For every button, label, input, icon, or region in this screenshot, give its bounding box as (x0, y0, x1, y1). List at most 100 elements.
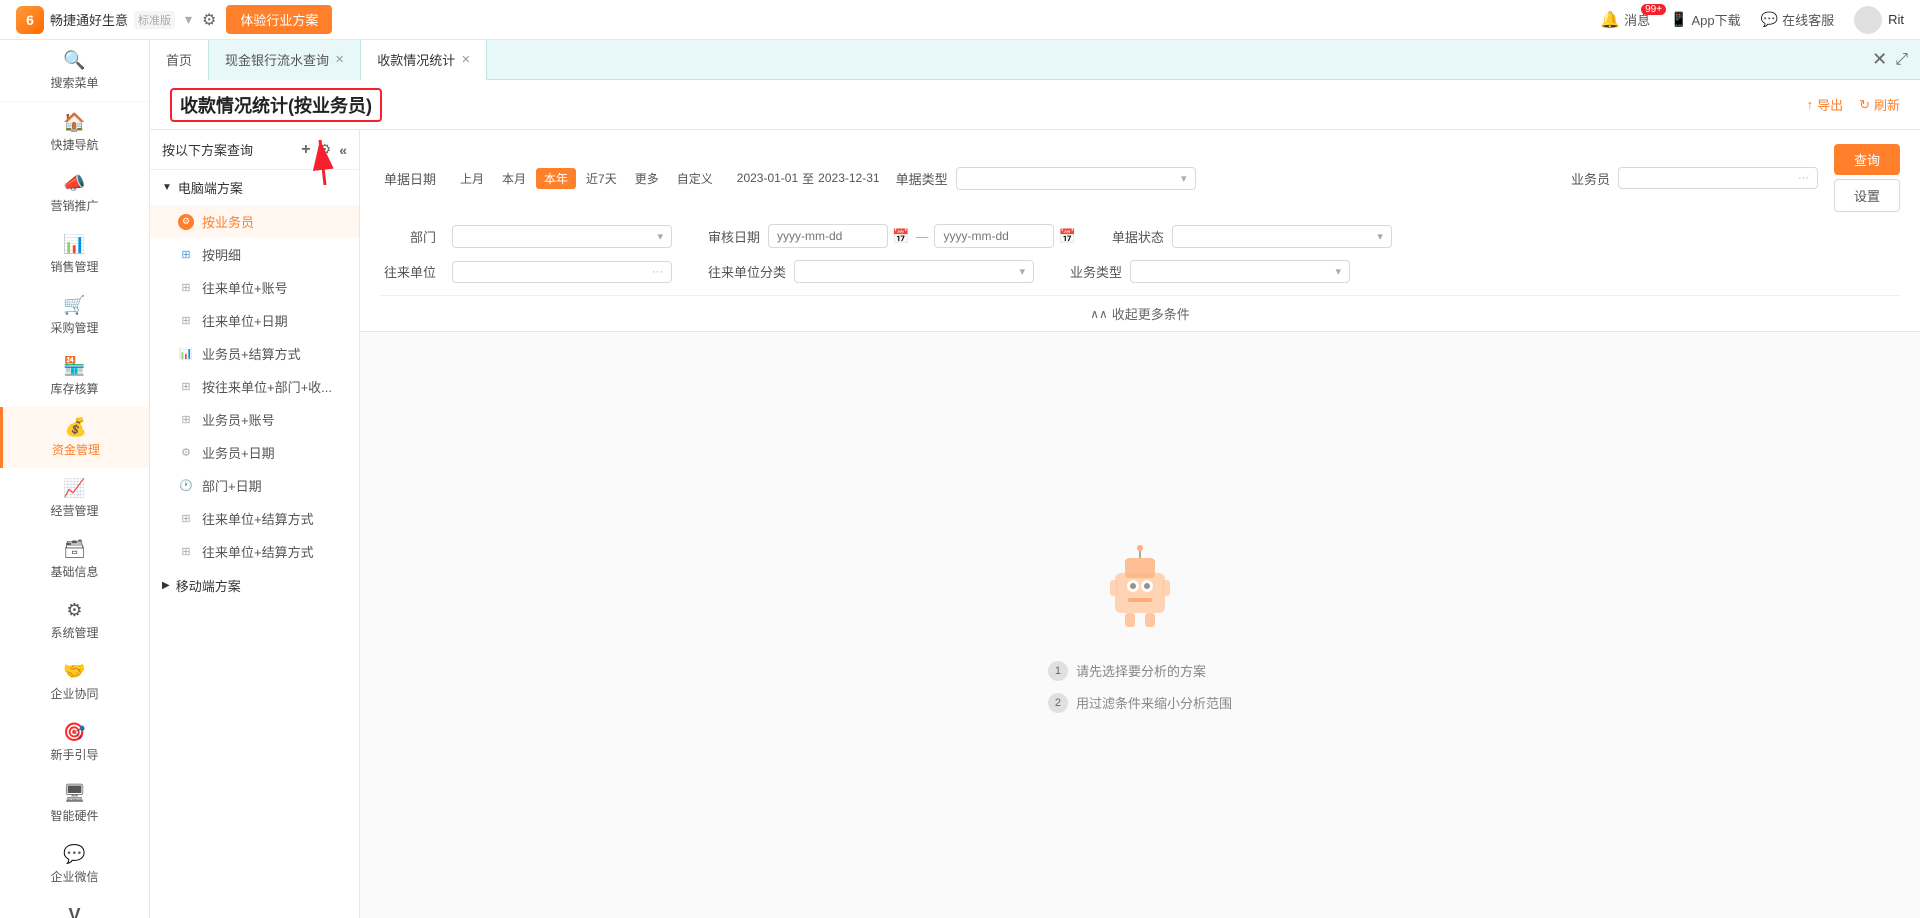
gear-icon[interactable]: ⚙ (202, 10, 216, 30)
logo-icon: 6 (16, 6, 44, 34)
settings-button[interactable]: 设置 (1834, 179, 1900, 212)
wechat-icon: 💬 (63, 844, 85, 865)
counterpart-input[interactable]: ··· (452, 261, 672, 283)
plan-item-detail[interactable]: ⊞ 按明细 (150, 238, 359, 271)
dept-select[interactable]: ▾ (452, 225, 672, 248)
audit-date-label: 审核日期 (708, 227, 760, 246)
plan-item-label-0: 按业务员 (202, 212, 254, 231)
desktop-plan-header[interactable]: ▼ 电脑端方案 (150, 170, 359, 205)
plan-item-counterpart-settlement1[interactable]: ⊞ 往来单位+结算方式 (150, 502, 359, 535)
guide-icon: 🎯 (63, 722, 85, 743)
date-btn-this-year[interactable]: 本年 (536, 168, 576, 189)
counterpart-category-select[interactable]: ▾ (794, 260, 1034, 283)
audit-date-filter: 审核日期 📅 — 📅 (708, 224, 1076, 248)
sidebar-item-inventory[interactable]: 🏪 库存核算 (0, 346, 149, 407)
salesperson-more: ··· (1798, 172, 1809, 184)
business-type-chevron: ▾ (1336, 265, 1342, 278)
add-plan-icon[interactable]: + (301, 141, 310, 159)
marketing-label: 营销推广 (50, 197, 98, 214)
export-button[interactable]: ↑ 导出 (1807, 95, 1844, 114)
close-all-tab-button[interactable]: ✕ (1872, 49, 1887, 70)
inventory-label: 库存核算 (50, 380, 98, 397)
sidebar-item-collab[interactable]: 🤝 企业协同 (0, 651, 149, 712)
sidebar-item-sales[interactable]: 📊 销售管理 (0, 224, 149, 285)
collapse-filter-btn[interactable]: ∧∧ 收起更多条件 (380, 295, 1900, 331)
page-title: 收款情况统计(按业务员) (180, 96, 372, 116)
bill-type-filter: 单据类型 ▾ (896, 167, 1196, 190)
sidebar-item-vip[interactable]: V 畅会员 (0, 895, 149, 918)
sidebar-item-marketing[interactable]: 📣 营销推广 (0, 163, 149, 224)
plan-item-salesperson-date[interactable]: ⚙ 业务员+日期 (150, 436, 359, 469)
sidebar-item-finance[interactable]: 💰 资金管理 (0, 407, 149, 468)
plan-item-label-7: 业务员+日期 (202, 443, 275, 462)
user-area[interactable]: Rit (1854, 6, 1904, 34)
date-separator: 至 (802, 170, 814, 187)
app-download-area[interactable]: 📱 App下载 (1670, 10, 1741, 29)
counterpart-more-btn[interactable]: ··· (652, 266, 663, 278)
sidebar-item-nav[interactable]: 🏠 快捷导航 (0, 102, 149, 163)
search-menu-icon: 🔍 (63, 50, 85, 71)
bill-type-select[interactable]: ▾ (956, 167, 1196, 190)
tab-home-label: 首页 (166, 50, 192, 69)
plan-item-counterpart-settlement2[interactable]: ⊞ 往来单位+结算方式 (150, 535, 359, 568)
date-btn-custom[interactable]: 自定义 (669, 168, 721, 189)
trial-button[interactable]: 体验行业方案 (226, 5, 332, 34)
plan-item-dept-date[interactable]: 🕐 部门+日期 (150, 469, 359, 502)
sidebar-item-guide[interactable]: 🎯 新手引导 (0, 712, 149, 773)
sidebar-item-hardware[interactable]: 🖥 智能硬件 (0, 773, 149, 834)
salesperson-account-icon: ⊞ (178, 412, 194, 428)
maximize-window-button[interactable]: ⤢ (1895, 51, 1908, 69)
content-body: 按以下方案查询 + ⚙ « ▼ 电脑端方案 (150, 130, 1920, 918)
sidebar-item-operation[interactable]: 📈 经营管理 (0, 468, 149, 529)
desktop-plan-label: 电脑端方案 (178, 178, 243, 197)
date-btn-more[interactable]: 更多 (627, 168, 667, 189)
online-service-area[interactable]: 💬 在线客服 (1761, 10, 1834, 29)
audit-date-calendar-from[interactable]: 📅 (892, 228, 909, 245)
refresh-button[interactable]: ↻ 刷新 (1859, 95, 1900, 114)
sidebar-item-basics[interactable]: 🗃 基础信息 (0, 529, 149, 590)
sidebar-item-wechat[interactable]: 💬 企业微信 (0, 834, 149, 895)
plan-item-counterpart-dept[interactable]: ⊞ 按往来单位+部门+收... (150, 370, 359, 403)
plan-item-counterpart-account[interactable]: ⊞ 往来单位+账号 (150, 271, 359, 304)
purchase-label: 采购管理 (50, 319, 98, 336)
bill-status-select[interactable]: ▾ (1172, 225, 1392, 248)
plan-item-salesperson-settlement[interactable]: 📊 业务员+结算方式 (150, 337, 359, 370)
audit-date-from[interactable] (768, 224, 888, 248)
tab-cashflow[interactable]: 现金银行流水查询 ✕ (209, 40, 361, 80)
counterpart-dept-icon: ⊞ (178, 379, 194, 395)
mobile-plan-header[interactable]: ▶ 移动端方案 (150, 568, 359, 603)
message-area[interactable]: 🔔 消息 99+ (1600, 10, 1650, 30)
right-content: 单据日期 上月 本月 本年 近7天 更多 自定义 2023-01-01 (360, 130, 1920, 918)
tab-cashflow-close[interactable]: ✕ (335, 53, 344, 66)
nav-chevron[interactable]: ▾ (185, 11, 192, 28)
plan-settings-icon[interactable]: ⚙ (319, 141, 332, 158)
plan-item-counterpart-date[interactable]: ⊞ 往来单位+日期 (150, 304, 359, 337)
tab-home[interactable]: 首页 (150, 40, 209, 80)
sidebar-item-system[interactable]: ⚙ 系统管理 (0, 590, 149, 651)
top-bar-right: 🔔 消息 99+ 📱 App下载 💬 在线客服 Rit (1600, 6, 1904, 34)
date-btn-this-month[interactable]: 本月 (494, 168, 534, 189)
tab-bar: 首页 现金银行流水查询 ✕ 收款情况统计 ✕ ✕ ⤢ (150, 40, 1920, 80)
edition-label: 标准版 (134, 11, 175, 29)
tab-collection[interactable]: 收款情况统计 ✕ (361, 40, 487, 80)
audit-date-calendar-to[interactable]: 📅 (1058, 228, 1075, 245)
sidebar-item-search[interactable]: 🔍 搜索菜单 (0, 40, 149, 102)
plan-item-salesperson-account[interactable]: ⊞ 业务员+账号 (150, 403, 359, 436)
avatar (1854, 6, 1882, 34)
sales-label: 销售管理 (50, 258, 98, 275)
audit-date-to[interactable] (934, 224, 1054, 248)
tab-collection-label: 收款情况统计 (377, 50, 455, 69)
date-btn-7days[interactable]: 近7天 (578, 168, 625, 189)
plan-item-salesperson[interactable]: ⚙ 按业务员 (150, 205, 359, 238)
refresh-label: 刷新 (1874, 95, 1900, 114)
query-button[interactable]: 查询 (1834, 144, 1900, 175)
tab-collection-close[interactable]: ✕ (461, 53, 470, 66)
sidebar-item-purchase[interactable]: 🛒 采购管理 (0, 285, 149, 346)
dept-date-icon: 🕐 (178, 478, 194, 494)
date-btn-last-month[interactable]: 上月 (452, 168, 492, 189)
collapse-chevron-icon: ∧∧ (1090, 307, 1108, 321)
collapse-panel-icon[interactable]: « (339, 142, 347, 158)
salesperson-select[interactable]: ··· (1618, 167, 1818, 189)
counterpart-category-chevron: ▾ (1019, 265, 1025, 278)
business-type-select[interactable]: ▾ (1130, 260, 1350, 283)
